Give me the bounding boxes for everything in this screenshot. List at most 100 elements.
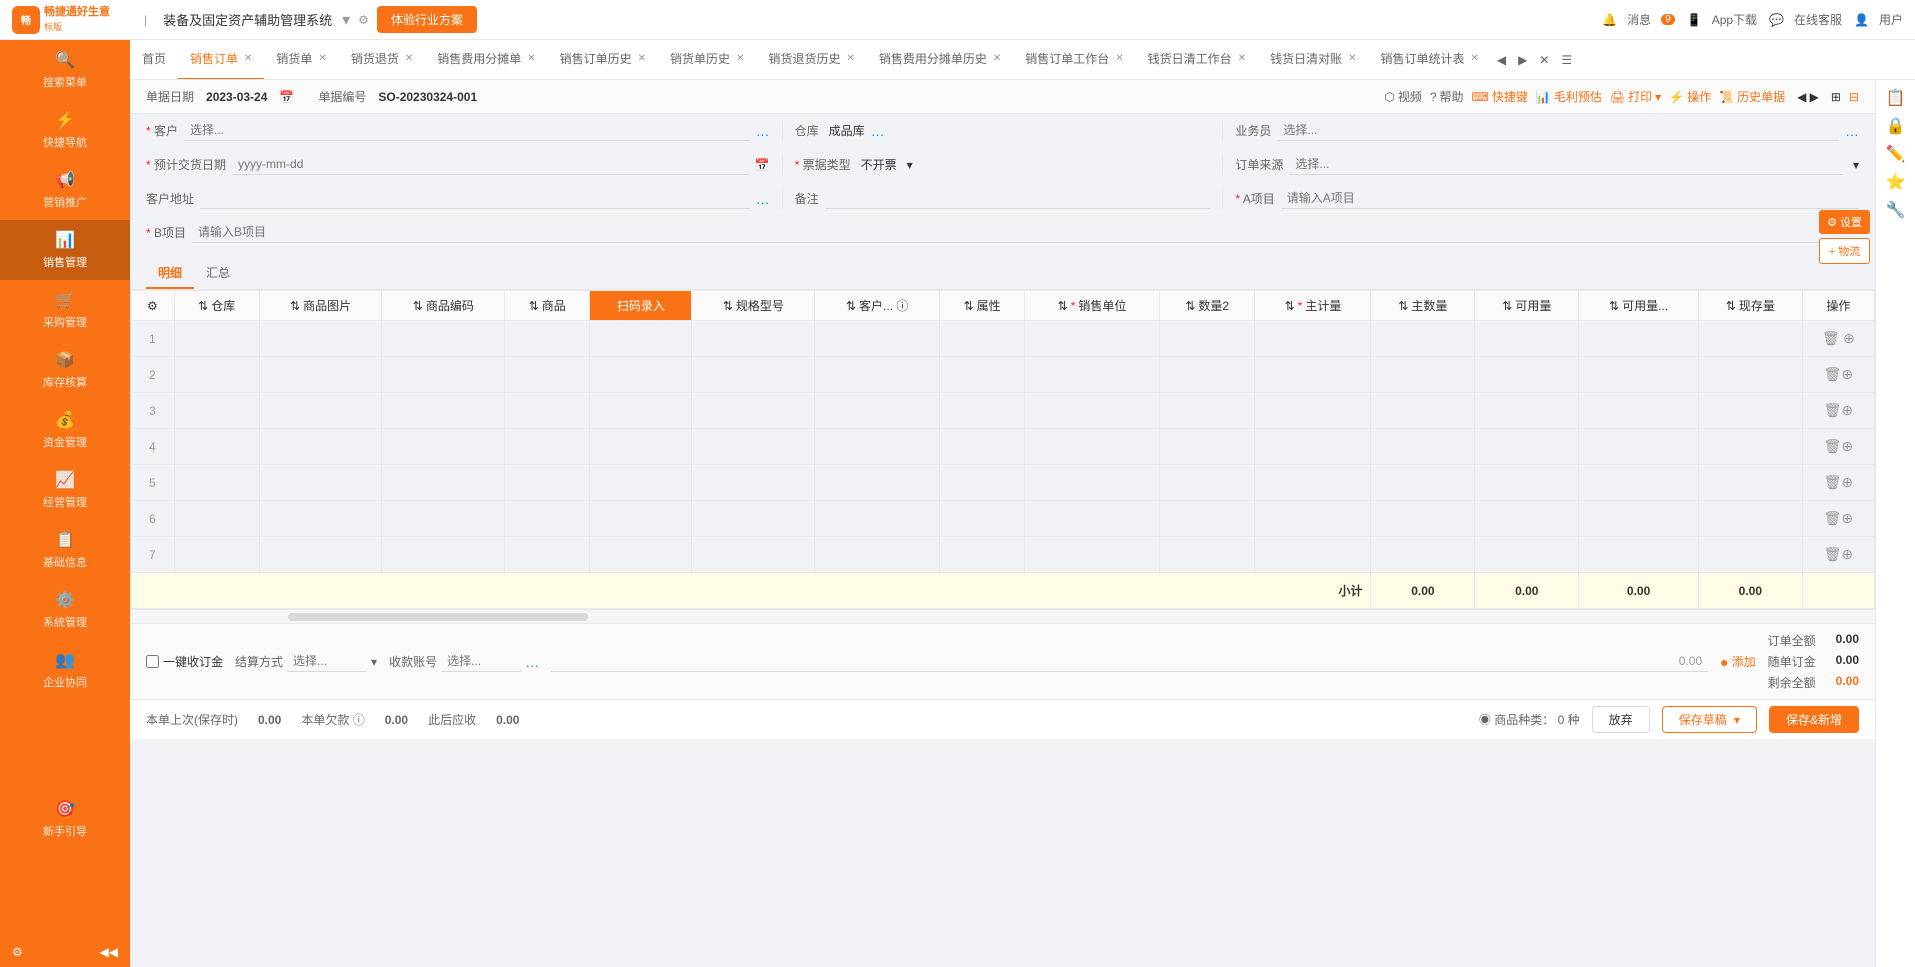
tab-sales-stats[interactable]: 销售订单统计表 ✕ xyxy=(1368,40,1490,80)
tab-cash-reconcile[interactable]: 钱货日清对账 ✕ xyxy=(1258,40,1368,80)
amount-input[interactable] xyxy=(551,651,1708,672)
customer-address-input[interactable] xyxy=(200,188,750,209)
sidebar-item-system[interactable]: ⚙️ 系统管理 xyxy=(0,580,130,640)
tab-sales-workbench-close[interactable]: ✕ xyxy=(1115,53,1123,64)
tab-cash-workbench-close[interactable]: ✕ xyxy=(1238,53,1246,64)
online-service[interactable]: 💬 在线客服 xyxy=(1769,11,1842,28)
profit-btn[interactable]: 📊 毛利预估 xyxy=(1536,88,1602,105)
save-new-btn[interactable]: 保存&新增 xyxy=(1769,706,1859,733)
row-7-delete-icon[interactable]: 🗑 xyxy=(1824,546,1842,562)
row-1-main-qty[interactable] xyxy=(1371,321,1475,357)
sidebar-item-search[interactable]: 🔍 搜索菜单 xyxy=(0,40,130,100)
ticket-type-dropdown-icon[interactable]: ▾ xyxy=(907,158,913,172)
row-1-current-qty[interactable] xyxy=(1698,321,1802,357)
col-image[interactable]: ⇅ 商品图片 xyxy=(259,291,382,321)
add-material-btn[interactable]: + 物流 xyxy=(1819,238,1870,264)
sidebar-item-quicknav[interactable]: ⚡ 快捷导航 xyxy=(0,100,130,160)
col-available-qty[interactable]: ⇅ 可用量 xyxy=(1475,291,1579,321)
col-current-qty[interactable]: ⇅ 现存量 xyxy=(1698,291,1802,321)
row-1-attr[interactable] xyxy=(940,321,1025,357)
settings-icon[interactable]: ⚙ xyxy=(358,13,369,27)
row-1-qty2[interactable] xyxy=(1159,321,1255,357)
industry-btn[interactable]: 体验行业方案 xyxy=(377,6,477,33)
col-settings[interactable]: ⚙ xyxy=(131,291,175,321)
tab-sales-expense-close[interactable]: ✕ xyxy=(527,53,535,64)
payment-method-input[interactable] xyxy=(287,651,367,672)
customer-input[interactable] xyxy=(184,120,750,141)
delivery-date-calendar-icon[interactable]: 📅 xyxy=(755,158,770,172)
calendar-icon[interactable]: 📅 xyxy=(279,90,294,104)
row-5-delete-icon[interactable]: 🗑 xyxy=(1824,474,1842,490)
row-5-copy-icon[interactable]: ⊕ xyxy=(1841,474,1853,490)
col-qty2[interactable]: ⇅ 数量2 xyxy=(1159,291,1255,321)
tab-home[interactable]: 首页 xyxy=(130,40,178,80)
app-download[interactable]: 📱 App下载 xyxy=(1687,11,1757,28)
tab-sales-order[interactable]: 销售订单 ✕ xyxy=(178,40,264,80)
a-project-input[interactable] xyxy=(1281,188,1859,209)
payment-dropdown-icon[interactable]: ▾ xyxy=(371,655,377,669)
order-source-dropdown-icon[interactable]: ▾ xyxy=(1853,158,1859,172)
table-view-btn[interactable]: ⊞ xyxy=(1831,90,1841,104)
tab-sales-goods[interactable]: 销货单 ✕ xyxy=(264,40,338,80)
col-code[interactable]: ⇅ 商品编码 xyxy=(382,291,505,321)
print-btn[interactable]: 🖨 打印 ▾ xyxy=(1610,88,1661,105)
staff-more-icon[interactable]: … xyxy=(1845,123,1859,139)
row-1-main-unit[interactable] xyxy=(1255,321,1371,357)
help-btn[interactable]: ? 帮助 xyxy=(1430,88,1464,105)
save-draft-btn[interactable]: 保存草稿 ▾ xyxy=(1662,706,1757,733)
tab-sales-return-history-close[interactable]: ✕ xyxy=(846,53,854,64)
tab-sales-goods-history[interactable]: 销货单历史 ✕ xyxy=(658,40,756,80)
col-attr[interactable]: ⇅ 属性 xyxy=(940,291,1025,321)
tab-sales-expense[interactable]: 销售费用分摊单 ✕ xyxy=(425,40,547,80)
order-source-input[interactable] xyxy=(1289,154,1843,175)
operate-btn[interactable]: ⚡ 操作 xyxy=(1669,88,1711,105)
shortcut-btn[interactable]: ⌨ 快捷键 xyxy=(1472,88,1528,105)
tab-sales-return[interactable]: 销货退货 ✕ xyxy=(339,40,425,80)
tab-sales-goods-history-close[interactable]: ✕ xyxy=(736,53,744,64)
row-1-customer-code[interactable] xyxy=(815,321,940,357)
customer-address-more-icon[interactable]: … xyxy=(756,191,770,207)
col-available-qty2[interactable]: ⇅ 可用量... xyxy=(1579,291,1699,321)
tab-sales-order-history[interactable]: 销售订单历史 ✕ xyxy=(548,40,658,80)
tab-close-all-btn[interactable]: ✕ xyxy=(1533,40,1555,80)
row-1-available-qty2[interactable] xyxy=(1579,321,1699,357)
message-area[interactable]: 🔔 消息 9 xyxy=(1602,11,1675,28)
tab-sales-expense-history-close[interactable]: ✕ xyxy=(993,53,1001,64)
sidebar-item-finance[interactable]: 💰 资金管理 xyxy=(0,400,130,460)
warehouse-more-icon[interactable]: … xyxy=(871,123,885,139)
tab-sales-order-close[interactable]: ✕ xyxy=(244,53,252,64)
col-unit[interactable]: ⇅ *销售单位 xyxy=(1025,291,1160,321)
col-product[interactable]: ⇅ 商品 xyxy=(505,291,590,321)
tab-sales-order-history-close[interactable]: ✕ xyxy=(638,53,646,64)
row-1-available-qty[interactable] xyxy=(1475,321,1579,357)
panel-icon-4[interactable]: ⭐ xyxy=(1886,172,1906,192)
sidebar-item-guide[interactable]: 🎯 新手引导 xyxy=(0,789,130,849)
panel-icon-2[interactable]: 🔒 xyxy=(1886,116,1906,136)
sidebar-item-operations[interactable]: 📈 经营管理 xyxy=(0,460,130,520)
tab-cash-reconcile-close[interactable]: ✕ xyxy=(1348,53,1356,64)
sidebar-item-marketing[interactable]: 📢 营销推广 xyxy=(0,160,130,220)
tab-sales-stats-close[interactable]: ✕ xyxy=(1471,53,1479,64)
tab-prev-btn[interactable]: ◀ xyxy=(1491,40,1512,80)
row-1-unit[interactable] xyxy=(1025,321,1160,357)
sidebar-item-basic[interactable]: 📋 基础信息 xyxy=(0,520,130,580)
row-1-copy-icon[interactable]: ⊕ xyxy=(1843,330,1855,346)
tab-sales-workbench[interactable]: 销售订单工作台 ✕ xyxy=(1013,40,1135,80)
row-7-copy-icon[interactable]: ⊕ xyxy=(1841,546,1853,562)
note-input[interactable] xyxy=(825,188,1211,209)
row-1-warehouse[interactable] xyxy=(174,321,259,357)
col-spec[interactable]: ⇅ 规格型号 xyxy=(692,291,815,321)
account-input[interactable] xyxy=(441,651,521,672)
sidebar-item-purchase[interactable]: 🛒 采购管理 xyxy=(0,280,130,340)
row-1-scan[interactable] xyxy=(590,321,692,357)
row-4-copy-icon[interactable]: ⊕ xyxy=(1841,438,1853,454)
panel-icon-1[interactable]: 📋 xyxy=(1886,88,1906,108)
row-2-delete-icon[interactable]: 🗑 xyxy=(1824,366,1842,382)
row-1-spec[interactable] xyxy=(692,321,815,357)
subtab-summary[interactable]: 汇总 xyxy=(194,258,242,289)
account-more-icon[interactable]: … xyxy=(525,654,539,670)
col-main-qty[interactable]: ⇅ 主数量 xyxy=(1371,291,1475,321)
col-scan[interactable]: 扫码录入 xyxy=(590,291,692,321)
row-1-code[interactable] xyxy=(382,321,505,357)
staff-input[interactable] xyxy=(1277,120,1839,141)
